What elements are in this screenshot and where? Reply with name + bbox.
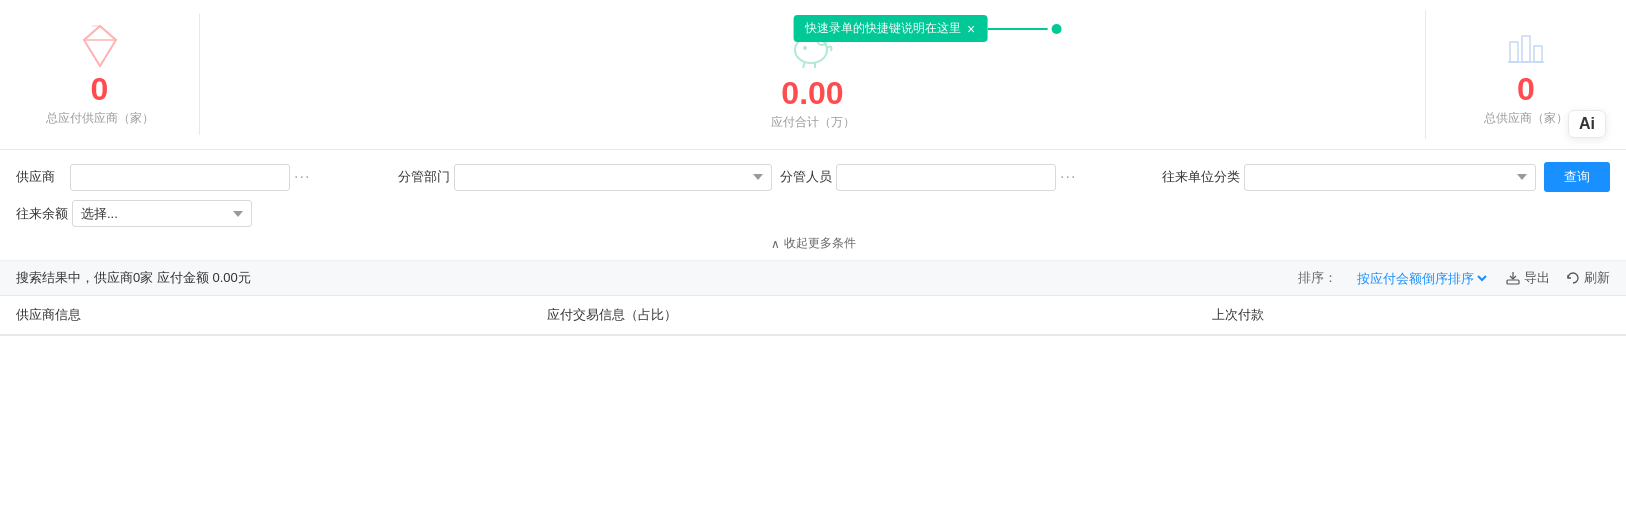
svg-line-7: [803, 62, 805, 68]
filter-row-2: 往来余额 选择...: [16, 200, 1610, 227]
unit-category-label: 往来单位分类: [1162, 168, 1240, 186]
table-header: 供应商信息 应付交易信息（占比） 上次付款: [0, 296, 1626, 336]
collapse-icon: ∧: [771, 237, 780, 251]
tooltip-close[interactable]: ×: [967, 22, 975, 36]
refresh-label: 刷新: [1584, 269, 1610, 287]
payable-total-label: 应付合计（万）: [771, 114, 855, 131]
sort-label: 排序：: [1298, 269, 1337, 287]
payable-total-number: 0.00: [781, 74, 843, 112]
supplier-dots[interactable]: ···: [294, 168, 310, 186]
balance-select[interactable]: 选择...: [72, 200, 252, 227]
tooltip-dot: [1051, 24, 1061, 34]
export-button[interactable]: 导出: [1506, 269, 1550, 287]
person-dots[interactable]: ···: [1060, 168, 1076, 186]
sort-select[interactable]: 按应付会额倒序排序: [1353, 270, 1490, 287]
ai-badge[interactable]: Ai: [1568, 110, 1606, 138]
data-table: 供应商信息 应付交易信息（占比） 上次付款: [0, 296, 1626, 515]
filter-balance: 往来余额 选择...: [16, 200, 1610, 227]
svg-rect-11: [1522, 36, 1530, 62]
col-supplier-header: 供应商信息: [16, 306, 547, 324]
total-suppliers-number: 0: [1517, 70, 1535, 108]
table-body: [0, 336, 1626, 515]
collapse-label: 收起更多条件: [784, 235, 856, 252]
balance-label: 往来余额: [16, 205, 68, 223]
col-last-payment-header: 上次付款: [1212, 306, 1611, 324]
filter-unit-category: 往来单位分类: [1162, 164, 1536, 191]
payable-suppliers-number: 0: [91, 70, 109, 108]
stat-payable-total: 0.00 应付合计（万） 快速录单的快捷键说明在这里 ×: [200, 10, 1426, 139]
supplier-label: 供应商: [16, 168, 66, 186]
stat-payable-suppliers: 0 总应付供应商（家）: [0, 14, 200, 135]
svg-line-3: [100, 26, 116, 40]
person-input[interactable]: [836, 164, 1056, 191]
filter-person: 分管人员 ···: [780, 164, 1154, 191]
filter-bar: 供应商 ··· 分管部门 分管人员 ··· 往来单位分类 查询: [0, 150, 1626, 261]
result-actions: 排序： 按应付会额倒序排序 导出 刷新: [1298, 269, 1610, 287]
person-label: 分管人员: [780, 168, 832, 186]
svg-point-9: [803, 46, 807, 50]
svg-rect-12: [1534, 46, 1542, 62]
refresh-button[interactable]: 刷新: [1566, 269, 1610, 287]
filter-dept: 分管部门: [398, 164, 772, 191]
export-label: 导出: [1524, 269, 1550, 287]
tooltip-bubble: 快速录单的快捷键说明在这里 ×: [793, 15, 987, 42]
result-bar: 搜索结果中，供应商0家 应付金额 0.00元 排序： 按应付会额倒序排序 导出 …: [0, 261, 1626, 296]
filter-row-1: 供应商 ··· 分管部门 分管人员 ··· 往来单位分类 查询: [16, 162, 1610, 192]
svg-rect-14: [1507, 280, 1519, 284]
svg-line-2: [84, 26, 100, 40]
building-icon: [1502, 22, 1550, 70]
svg-rect-10: [1510, 42, 1518, 62]
collapse-button[interactable]: ∧ 收起更多条件: [771, 235, 856, 252]
tooltip-text: 快速录单的快捷键说明在这里: [805, 20, 961, 37]
unit-category-select[interactable]: [1244, 164, 1536, 191]
supplier-input[interactable]: [70, 164, 290, 191]
export-icon: [1506, 271, 1520, 285]
svg-marker-0: [84, 26, 116, 66]
dept-select[interactable]: [454, 164, 772, 191]
total-suppliers-label: 总供应商（家）: [1484, 110, 1568, 127]
col-transaction-header: 应付交易信息（占比）: [547, 306, 1211, 324]
query-button[interactable]: 查询: [1544, 162, 1610, 192]
payable-suppliers-label: 总应付供应商（家）: [46, 110, 154, 127]
result-info: 搜索结果中，供应商0家 应付金额 0.00元: [16, 269, 251, 287]
refresh-icon: [1566, 271, 1580, 285]
dept-label: 分管部门: [398, 168, 450, 186]
collapse-row: ∧ 收起更多条件: [16, 235, 1610, 252]
gem-icon: [76, 22, 124, 70]
stats-bar: 0 总应付供应商（家） 0.00 应付合计（万） 快速录单的快捷键说明在这里 ×: [0, 0, 1626, 150]
filter-supplier: 供应商 ···: [16, 164, 390, 191]
